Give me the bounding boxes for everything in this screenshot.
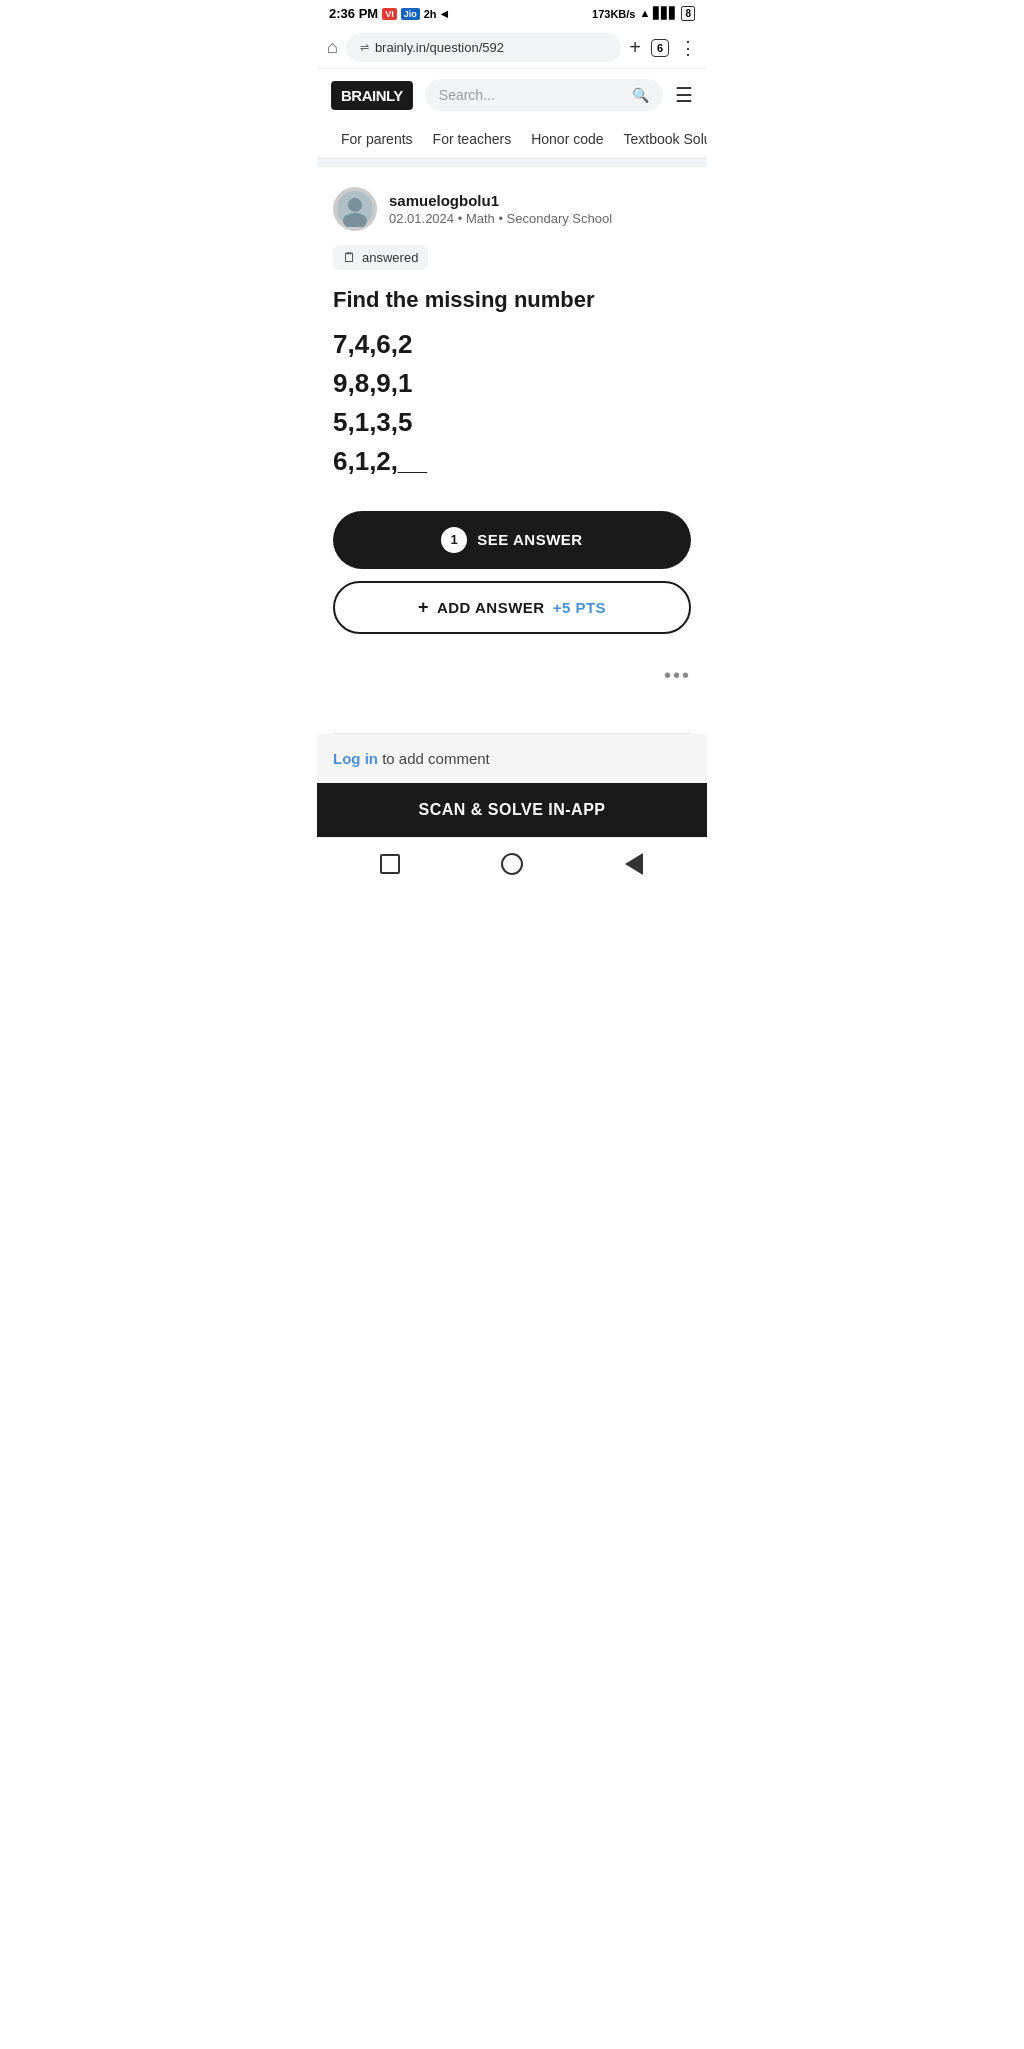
time: 2:36 PM	[329, 6, 378, 21]
bottom-nav	[317, 837, 707, 890]
status-right: 173KB/s ▲ ▋▋▋ 8	[592, 6, 695, 21]
signal-icons: ▲ ▋▋▋	[639, 7, 677, 20]
carrier-extra: 2h	[424, 8, 437, 20]
add-answer-label: ADD ANSWER	[437, 599, 545, 616]
nav-for-parents[interactable]: For parents	[331, 121, 423, 157]
search-bar[interactable]: Search... 🔍	[425, 79, 663, 111]
browser-actions: + 6 ⋮	[629, 36, 697, 59]
circle-icon	[501, 853, 523, 875]
answered-label: answered	[362, 250, 418, 265]
answer-count: 1	[441, 527, 467, 553]
question-body: 7,4,6,2 9,8,9,1 5,1,3,5 6,1,2,__	[333, 325, 691, 481]
separator	[317, 159, 707, 167]
url-bar[interactable]: ⇌ brainly.in/question/592	[346, 33, 621, 62]
vi-badge: VI	[382, 8, 397, 20]
avatar	[333, 187, 377, 231]
user-meta: 02.01.2024 • Math • Secondary School	[389, 211, 612, 226]
jio-badge: Jio	[401, 8, 420, 20]
nav-bar: For parents For teachers Honor code Text…	[317, 121, 707, 159]
login-link[interactable]: Log in	[333, 750, 378, 767]
nav-honor-code[interactable]: Honor code	[521, 121, 613, 157]
status-left: 2:36 PM VI Jio 2h ◂	[329, 6, 448, 21]
question-area: samuelogbolu1 02.01.2024 • Math • Second…	[317, 167, 707, 664]
question-line-4: 6,1,2,__	[333, 442, 691, 481]
question-line-2: 9,8,9,1	[333, 364, 691, 403]
question-line-1: 7,4,6,2	[333, 325, 691, 364]
hamburger-icon[interactable]: ☰	[675, 83, 693, 107]
square-icon	[380, 854, 400, 874]
status-bar: 2:36 PM VI Jio 2h ◂ 173KB/s ▲ ▋▋▋ 8	[317, 0, 707, 27]
nav-textbook[interactable]: Textbook Solu	[614, 121, 707, 157]
user-details: samuelogbolu1 02.01.2024 • Math • Second…	[389, 192, 612, 226]
lock-icon: ⇌	[360, 41, 369, 54]
answered-badge: 🗒 answered	[333, 245, 428, 270]
nav-square-button[interactable]	[376, 850, 404, 878]
question-title: Find the missing number	[333, 286, 691, 315]
spacer	[317, 703, 707, 733]
triangle-icon	[625, 853, 643, 875]
brainly-logo[interactable]: BRAINLY	[331, 81, 413, 110]
site-header: BRAINLY Search... 🔍 ☰	[317, 69, 707, 121]
browser-bar: ⌂ ⇌ brainly.in/question/592 + 6 ⋮	[317, 27, 707, 69]
speed: 173KB/s	[592, 8, 635, 20]
url-text: brainly.in/question/592	[375, 40, 504, 55]
nav-home-button[interactable]	[498, 850, 526, 878]
battery: 8	[681, 6, 695, 21]
see-answer-label: SEE ANSWER	[477, 531, 582, 548]
nav-back-button[interactable]	[620, 850, 648, 878]
add-answer-button[interactable]: + ADD ANSWER +5 PTS	[333, 581, 691, 634]
username: samuelogbolu1	[389, 192, 612, 209]
question-line-3: 5,1,3,5	[333, 403, 691, 442]
more-options[interactable]: •••	[317, 664, 707, 687]
search-icon: 🔍	[632, 87, 649, 103]
tabs-count[interactable]: 6	[651, 39, 669, 57]
answered-icon: 🗒	[343, 250, 356, 265]
svg-point-1	[348, 198, 362, 212]
user-info: samuelogbolu1 02.01.2024 • Math • Second…	[333, 187, 691, 231]
add-answer-pts: +5 PTS	[553, 599, 606, 616]
scan-solve-cta[interactable]: SCAN & SOLVE IN-APP	[317, 783, 707, 837]
comment-suffix: to add comment	[382, 750, 490, 767]
home-icon[interactable]: ⌂	[327, 37, 338, 58]
nav-for-teachers[interactable]: For teachers	[423, 121, 522, 157]
browser-menu-icon[interactable]: ⋮	[679, 37, 697, 59]
comment-area: Log in to add comment	[317, 734, 707, 783]
plus-icon: +	[418, 597, 429, 618]
see-answer-button[interactable]: 1 SEE ANSWER	[333, 511, 691, 569]
new-tab-icon[interactable]: +	[629, 36, 641, 59]
direction-icon: ◂	[441, 6, 448, 21]
search-placeholder: Search...	[439, 87, 495, 103]
